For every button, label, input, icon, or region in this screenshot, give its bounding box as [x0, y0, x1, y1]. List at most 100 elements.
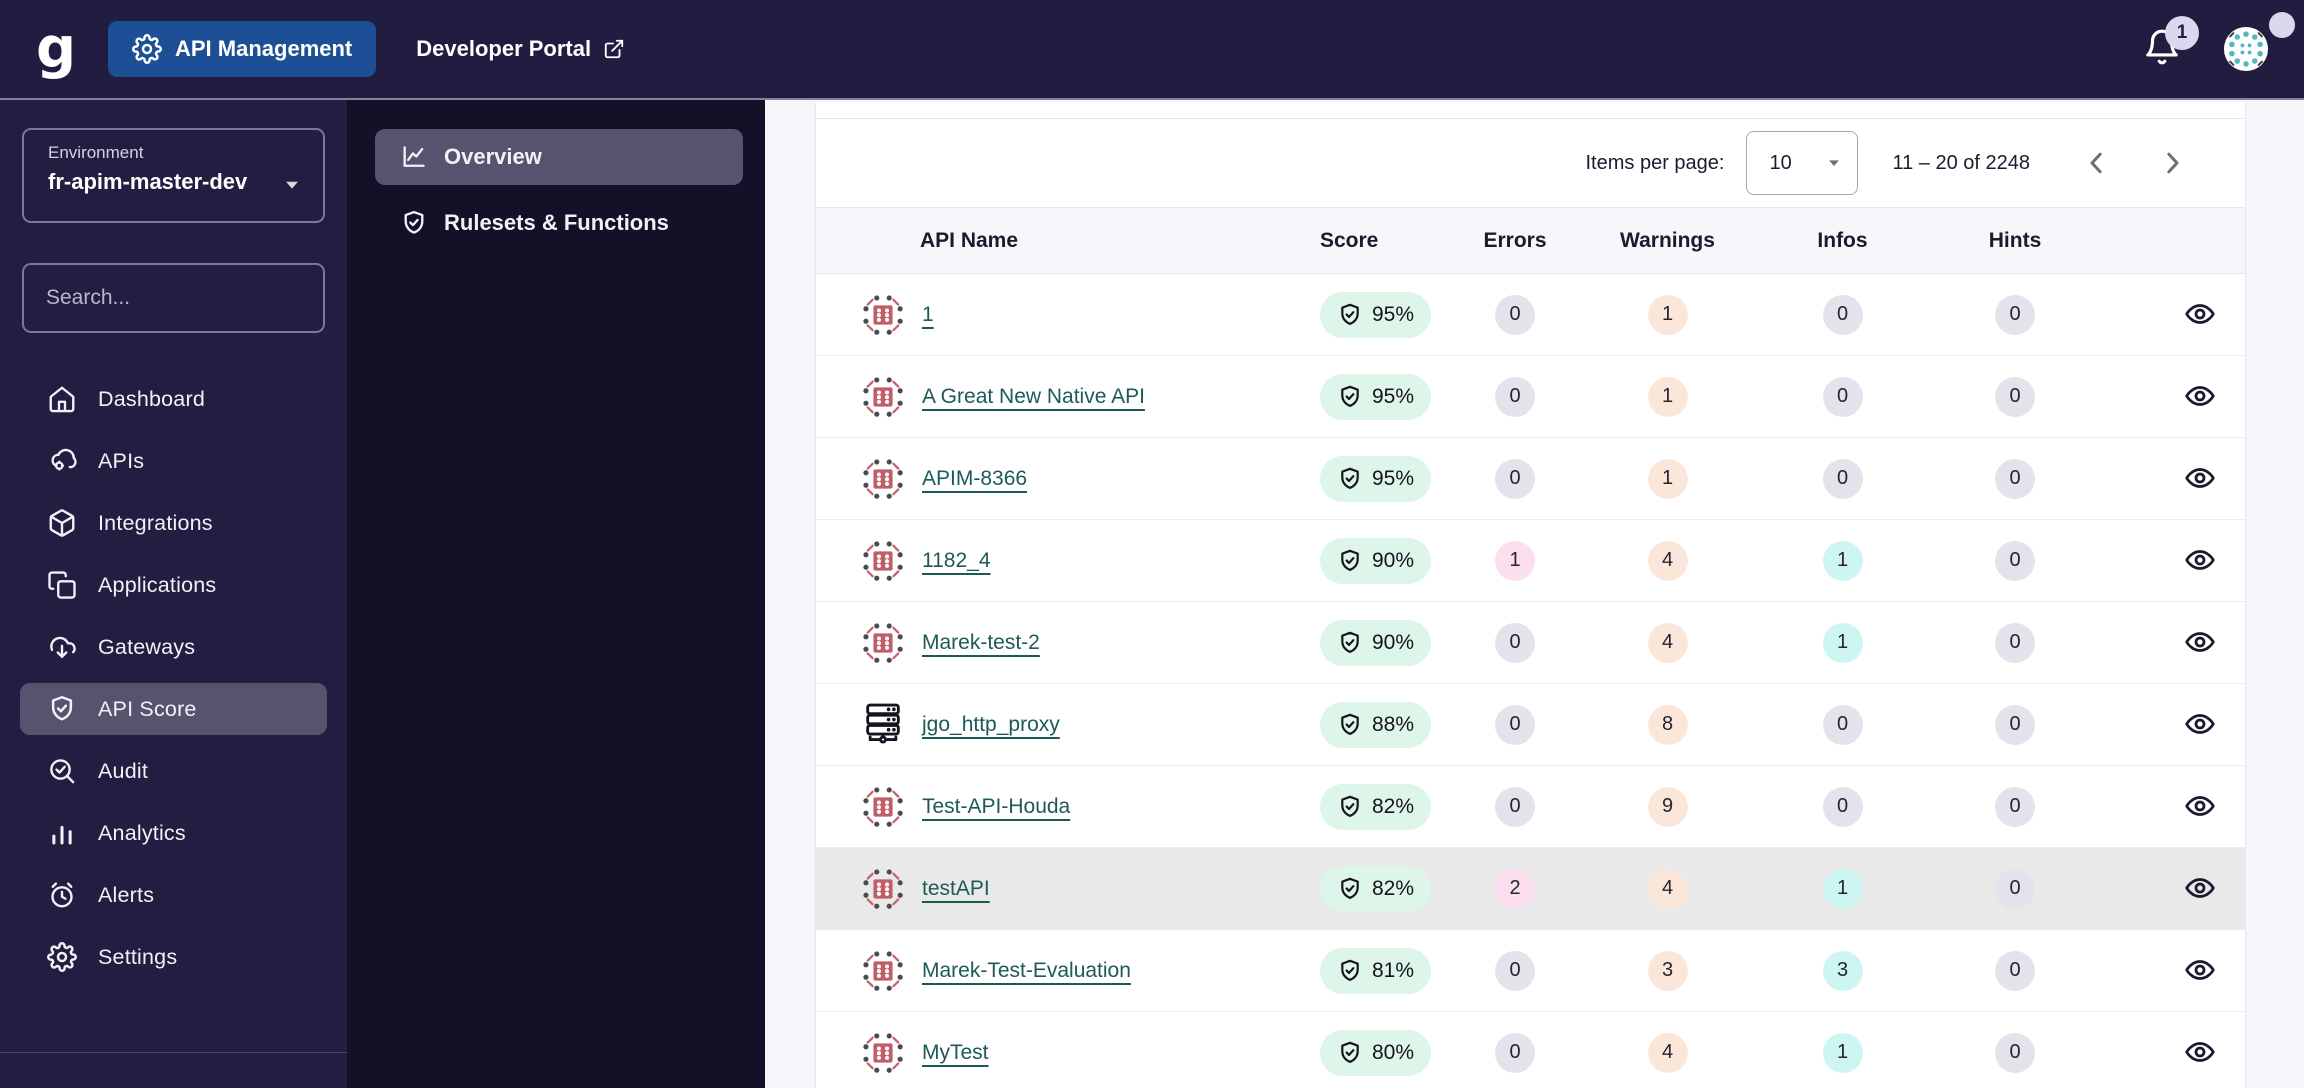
- notifications-button[interactable]: 1: [2143, 28, 2181, 71]
- score-value: 80%: [1372, 1041, 1414, 1065]
- api-name-link[interactable]: Marek-Test-Evaluation: [922, 959, 1131, 983]
- errors-badge: 0: [1495, 705, 1535, 745]
- warnings-badge: 4: [1648, 541, 1688, 581]
- score-badge: 90%: [1320, 620, 1431, 666]
- shield-check-icon: [1337, 630, 1363, 656]
- table-row: MyTest 80% 0 4 1 0: [816, 1012, 2245, 1088]
- view-api-button[interactable]: [2183, 462, 2217, 496]
- identicon-icon: [860, 620, 906, 666]
- api-management-label: API Management: [175, 36, 352, 62]
- environment-select[interactable]: Environment fr-apim-master-dev: [22, 128, 325, 223]
- api-name-link[interactable]: 1: [922, 303, 934, 327]
- view-api-button[interactable]: [2183, 954, 2217, 988]
- api-name-link[interactable]: Test-API-Houda: [922, 795, 1070, 819]
- shield-icon: [400, 209, 428, 237]
- warnings-badge: 9: [1648, 787, 1688, 827]
- card-top-divider: [816, 102, 2245, 119]
- warnings-badge: 4: [1648, 1033, 1688, 1073]
- subnav-item-rulesets-functions[interactable]: Rulesets & Functions: [375, 195, 743, 251]
- alarm-icon: [47, 880, 77, 910]
- sidebar-item-dashboard[interactable]: Dashboard: [20, 373, 327, 425]
- score-badge: 82%: [1320, 866, 1431, 912]
- infos-badge: 1: [1823, 869, 1863, 909]
- search-input[interactable]: [46, 286, 317, 310]
- developer-portal-label: Developer Portal: [416, 36, 591, 62]
- previous-page-button[interactable]: [2082, 148, 2112, 178]
- eye-icon: [2184, 544, 2216, 576]
- sidebar-item-applications[interactable]: Applications: [20, 559, 327, 611]
- items-per-page-label: Items per page:: [1586, 152, 1725, 175]
- sidebar-divider: [0, 1052, 347, 1053]
- score-value: 90%: [1372, 631, 1414, 655]
- sidebar-item-label: Integrations: [98, 511, 213, 536]
- sidebar-item-gateways[interactable]: Gateways: [20, 621, 327, 673]
- subnav-item-label: Overview: [444, 144, 542, 170]
- bar-chart-icon: [47, 818, 77, 848]
- next-page-button[interactable]: [2157, 148, 2187, 178]
- shield-check-icon: [1337, 712, 1363, 738]
- api-name-cell: APIM-8366: [860, 456, 1290, 502]
- sidebar-item-apis[interactable]: APIs: [20, 435, 327, 487]
- api-name-cell: testAPI: [860, 866, 1290, 912]
- score-cell: 88%: [1290, 702, 1450, 748]
- sidebar-item-api-score[interactable]: API Score: [20, 683, 327, 735]
- cloud-gw-icon: [47, 632, 77, 662]
- gravitee-logo[interactable]: g: [36, 25, 84, 73]
- sidebar-item-label: Alerts: [98, 883, 154, 908]
- view-api-button[interactable]: [2183, 708, 2217, 742]
- api-name-link[interactable]: testAPI: [922, 877, 990, 901]
- api-name-cell: Marek-test-2: [860, 620, 1290, 666]
- api-name-link[interactable]: A Great New Native API: [922, 385, 1145, 409]
- sidebar-item-audit[interactable]: Audit: [20, 745, 327, 797]
- warnings-badge: 1: [1648, 377, 1688, 417]
- eye-icon: [2184, 954, 2216, 986]
- table-header: API Name Score Errors Warnings Infos Hin…: [816, 207, 2245, 274]
- api-name-link[interactable]: 1182_4: [922, 549, 991, 573]
- pagination-controls: [2082, 148, 2187, 178]
- view-api-button[interactable]: [2183, 790, 2217, 824]
- column-header-api-name: API Name: [860, 229, 1290, 253]
- api-name-link[interactable]: MyTest: [922, 1041, 989, 1065]
- environment-value: fr-apim-master-dev: [48, 169, 303, 195]
- api-management-button[interactable]: API Management: [108, 21, 376, 77]
- view-api-button[interactable]: [2183, 872, 2217, 906]
- score-badge: 95%: [1320, 374, 1431, 420]
- table-row: A Great New Native API 95% 0 1 0 0: [816, 356, 2245, 438]
- items-per-page-select[interactable]: 10: [1746, 131, 1858, 195]
- view-api-button[interactable]: [2183, 626, 2217, 660]
- sidebar-item-integrations[interactable]: Integrations: [20, 497, 327, 549]
- view-api-button[interactable]: [2183, 380, 2217, 414]
- score-badge: 95%: [1320, 456, 1431, 502]
- avatar[interactable]: [2223, 26, 2269, 72]
- subnav-item-overview[interactable]: Overview: [375, 129, 743, 185]
- api-name-cell: 1: [860, 292, 1290, 338]
- view-api-button[interactable]: [2183, 544, 2217, 578]
- sidebar-item-settings[interactable]: Settings: [20, 931, 327, 983]
- score-cell: 82%: [1290, 866, 1450, 912]
- table-row: Marek-test-2 90% 0 4 1 0: [816, 602, 2245, 684]
- hints-badge: 0: [1995, 295, 2035, 335]
- infos-badge: 0: [1823, 295, 1863, 335]
- api-name-link[interactable]: APIM-8366: [922, 467, 1027, 491]
- gear-icon: [132, 34, 162, 64]
- sidebar-item-alerts[interactable]: Alerts: [20, 869, 327, 921]
- subnav-item-label: Rulesets & Functions: [444, 210, 669, 236]
- view-api-button[interactable]: [2183, 1036, 2217, 1070]
- warnings-badge: 8: [1648, 705, 1688, 745]
- hints-badge: 0: [1995, 541, 2035, 581]
- api-name-link[interactable]: Marek-test-2: [922, 631, 1040, 655]
- api-name-cell: Marek-Test-Evaluation: [860, 948, 1290, 994]
- home-icon: [47, 384, 77, 414]
- sidebar-item-label: Applications: [98, 573, 216, 598]
- sidebar-item-analytics[interactable]: Analytics: [20, 807, 327, 859]
- pagination-bar: Items per page: 10 11 – 20 of 2248: [816, 119, 2245, 207]
- score-badge: 88%: [1320, 702, 1431, 748]
- score-badge: 82%: [1320, 784, 1431, 830]
- view-api-button[interactable]: [2183, 298, 2217, 332]
- api-name-link[interactable]: jgo_http_proxy: [922, 713, 1060, 737]
- infos-badge: 1: [1823, 541, 1863, 581]
- column-header-infos: Infos: [1755, 229, 1930, 253]
- sidebar-item-label: Dashboard: [98, 387, 205, 412]
- shield-check-icon: [1337, 384, 1363, 410]
- developer-portal-link[interactable]: Developer Portal: [416, 36, 625, 62]
